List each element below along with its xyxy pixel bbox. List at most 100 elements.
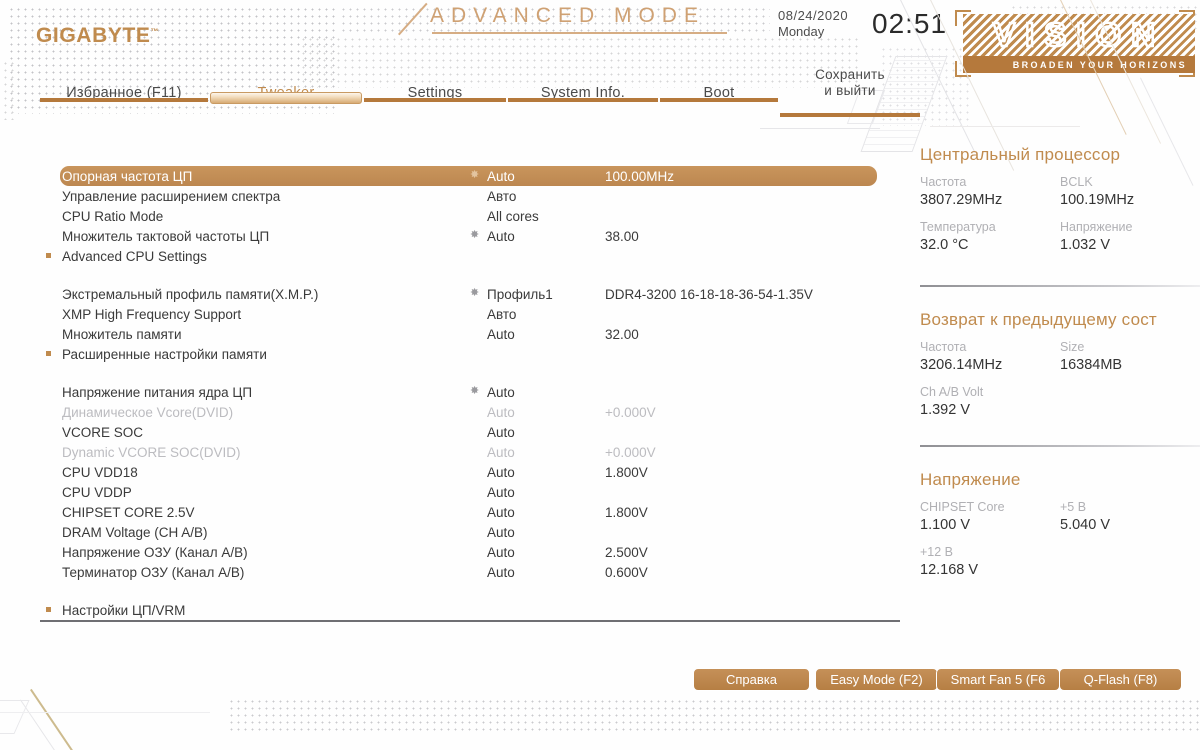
stat-value: 32.0 °C xyxy=(920,237,969,253)
settings-row[interactable]: XMP High Frequency Support Авто xyxy=(0,304,880,324)
setting-value[interactable]: Auto xyxy=(487,505,515,520)
setting-value[interactable]: All cores xyxy=(487,209,539,224)
stat-label: Ch A/B Volt xyxy=(920,385,984,399)
panel-stats-grid: Частота 3807.29MHz BCLK 100.19MHz Температур… xyxy=(920,175,1200,265)
tab-tweaker[interactable]: Tweaker xyxy=(210,85,362,104)
setting-value[interactable]: Auto xyxy=(487,327,515,342)
stat-label: +5 B xyxy=(1060,500,1087,514)
geometric-decoration xyxy=(0,700,30,734)
panel-title: Центральный процессор xyxy=(920,145,1121,164)
stat-label: Size xyxy=(1060,340,1085,354)
setting-value[interactable]: Авто xyxy=(487,307,516,322)
tab-underline xyxy=(780,113,920,117)
tab-избранное-f11[interactable]: Избранное (F11) xyxy=(40,85,208,102)
panel-title: Возврат к предыдущему сост xyxy=(920,310,1157,329)
date-text: 08/24/2020 xyxy=(778,8,849,23)
settings-row[interactable]: CPU VDDP Auto xyxy=(0,482,880,502)
tab-settings[interactable]: Settings xyxy=(364,85,506,102)
setting-value[interactable]: Auto xyxy=(487,169,515,184)
stat-value: 5.040 V xyxy=(1060,517,1110,533)
settings-row[interactable]: ✸ Экстремальный профиль памяти(X.M.P.) Про… xyxy=(0,284,880,304)
settings-row[interactable]: Управление расширением спектра Авто xyxy=(0,186,880,206)
favorite-star-icon[interactable]: ✸ xyxy=(470,385,479,397)
setting-value[interactable]: Auto xyxy=(487,385,515,400)
vision-wordmark-backdrop: VISION xyxy=(963,14,1195,56)
tab-system-info[interactable]: System Info. xyxy=(508,85,658,102)
setting-label: Напряжение ОЗУ (Канал A/B) xyxy=(62,544,248,560)
dot-grid-decoration xyxy=(300,36,860,88)
setting-value[interactable]: Auto xyxy=(487,229,515,244)
setting-readout: 0.600V xyxy=(605,564,648,580)
stat-label: +12 B xyxy=(920,545,954,559)
settings-row[interactable]: Напряжение ОЗУ (Канал A/B) Auto 2.500V xyxy=(0,542,880,562)
settings-row[interactable]: CHIPSET CORE 2.5V Auto 1.800V xyxy=(0,502,880,522)
panel-stats-grid: Частота 3206.14MHz Size 16384MB Ch A/B Volt 1… xyxy=(920,340,1200,430)
datetime-block: 08/24/2020 Monday xyxy=(778,8,848,39)
setting-value[interactable]: Auto xyxy=(487,485,515,500)
stat-cell: Частота 3206.14MHz xyxy=(920,340,1002,373)
horizontal-rule-decoration xyxy=(930,126,1080,127)
settings-row[interactable]: Множитель памяти Auto 32.00 xyxy=(0,324,880,344)
tab-boot[interactable]: Boot xyxy=(660,85,778,102)
settings-row[interactable]: Advanced CPU Settings xyxy=(0,246,880,266)
setting-readout: 1.800V xyxy=(605,504,648,520)
setting-label: Напряжение питания ядра ЦП xyxy=(62,384,253,400)
dot-grid-decoration xyxy=(228,698,1200,732)
stat-cell: +5 B 5.040 V xyxy=(1060,500,1110,533)
header-rule-decoration xyxy=(432,32,727,34)
settings-row[interactable]: Динамическое Vcore(DVID) Auto +0.000V xyxy=(0,402,880,422)
stat-cell: Ch A/B Volt 1.392 V xyxy=(920,385,983,418)
tab-сохранить[interactable]: Сохранить и выйти xyxy=(780,67,920,117)
setting-label: CPU VDD18 xyxy=(62,464,138,480)
setting-value[interactable]: Auto xyxy=(487,565,515,580)
weekday-text: Monday xyxy=(778,24,825,39)
tab-underline xyxy=(508,98,658,102)
settings-row[interactable]: DRAM Voltage (CH A/B) Auto xyxy=(0,522,880,542)
settings-row[interactable]: Терминатор ОЗУ (Канал A/B) Auto 0.600V xyxy=(0,562,880,582)
setting-value[interactable]: Auto xyxy=(487,545,515,560)
favorite-star-icon[interactable]: ✸ xyxy=(470,229,479,241)
setting-readout: 38.00 xyxy=(605,228,639,244)
setting-value[interactable]: Auto xyxy=(487,425,515,440)
favorite-star-icon[interactable]: ✸ xyxy=(470,287,479,299)
stat-cell: BCLK 100.19MHz xyxy=(1060,175,1134,208)
settings-row[interactable]: CPU VDD18 Auto 1.800V xyxy=(0,462,880,482)
setting-value[interactable]: Auto xyxy=(487,405,515,420)
settings-row[interactable]: ✸ Множитель тактовой частоты ЦП Auto 38.00 xyxy=(0,226,880,246)
setting-label: Расширенные настройки памяти xyxy=(62,346,267,362)
tab-underline xyxy=(40,98,208,102)
setting-readout: 1.800V xyxy=(605,464,648,480)
settings-row[interactable]: VCORE SOC Auto xyxy=(0,422,880,442)
setting-label: Advanced CPU Settings xyxy=(62,248,207,264)
setting-readout: 100.00MHz xyxy=(605,168,675,184)
navigation-tabs: Избранное (F11)TweakerSettingsSystem Inf… xyxy=(40,67,920,121)
settings-row-selected[interactable]: ✸ Опорная частота ЦП Auto 100.00MHz xyxy=(60,166,877,186)
settings-row[interactable]: Dynamic VCORE SOC(DVID) Auto +0.000V xyxy=(0,442,880,462)
stat-label: Напряжение xyxy=(1060,220,1133,234)
button-smart-fan-5-f6[interactable]: Smart Fan 5 (F6 xyxy=(936,668,1060,691)
button-q-flash-f8[interactable]: Q-Flash (F8) xyxy=(1059,668,1182,691)
setting-label: CPU Ratio Mode xyxy=(62,208,164,224)
favorite-star-icon[interactable]: ✸ xyxy=(470,169,479,181)
button-easy-mode-f2[interactable]: Easy Mode (F2) xyxy=(815,668,938,691)
setting-label: Динамическое Vcore(DVID) xyxy=(62,404,234,420)
stat-label: BCLK xyxy=(1060,175,1093,189)
setting-label: Опорная частота ЦП xyxy=(62,168,193,184)
setting-value[interactable]: Авто xyxy=(487,189,516,204)
settings-row[interactable]: CPU Ratio Mode All cores xyxy=(0,206,880,226)
setting-readout: 32.00 xyxy=(605,326,639,342)
setting-label: CHIPSET CORE 2.5V xyxy=(62,504,195,520)
setting-value[interactable]: Профиль1 xyxy=(487,287,553,302)
settings-row[interactable]: ✸ Напряжение питания ядра ЦП Auto xyxy=(0,382,880,402)
submenu-bullet-icon xyxy=(46,253,51,258)
settings-list: ✸ Опорная частота ЦП Auto 100.00MHz Управлен… xyxy=(0,160,890,618)
settings-row[interactable]: Настройки ЦП/VRM xyxy=(0,600,880,620)
button-справка[interactable]: Справка xyxy=(693,668,810,691)
setting-value[interactable]: Auto xyxy=(487,465,515,480)
gigabyte-logo: GIGABYTE™ xyxy=(36,24,159,48)
settings-row[interactable]: Расширенные настройки памяти xyxy=(0,344,880,364)
setting-value[interactable]: Auto xyxy=(487,525,515,540)
setting-value[interactable]: Auto xyxy=(487,445,515,460)
stat-value: 3807.29MHz xyxy=(920,192,1003,208)
stat-label: Частота xyxy=(920,340,967,354)
